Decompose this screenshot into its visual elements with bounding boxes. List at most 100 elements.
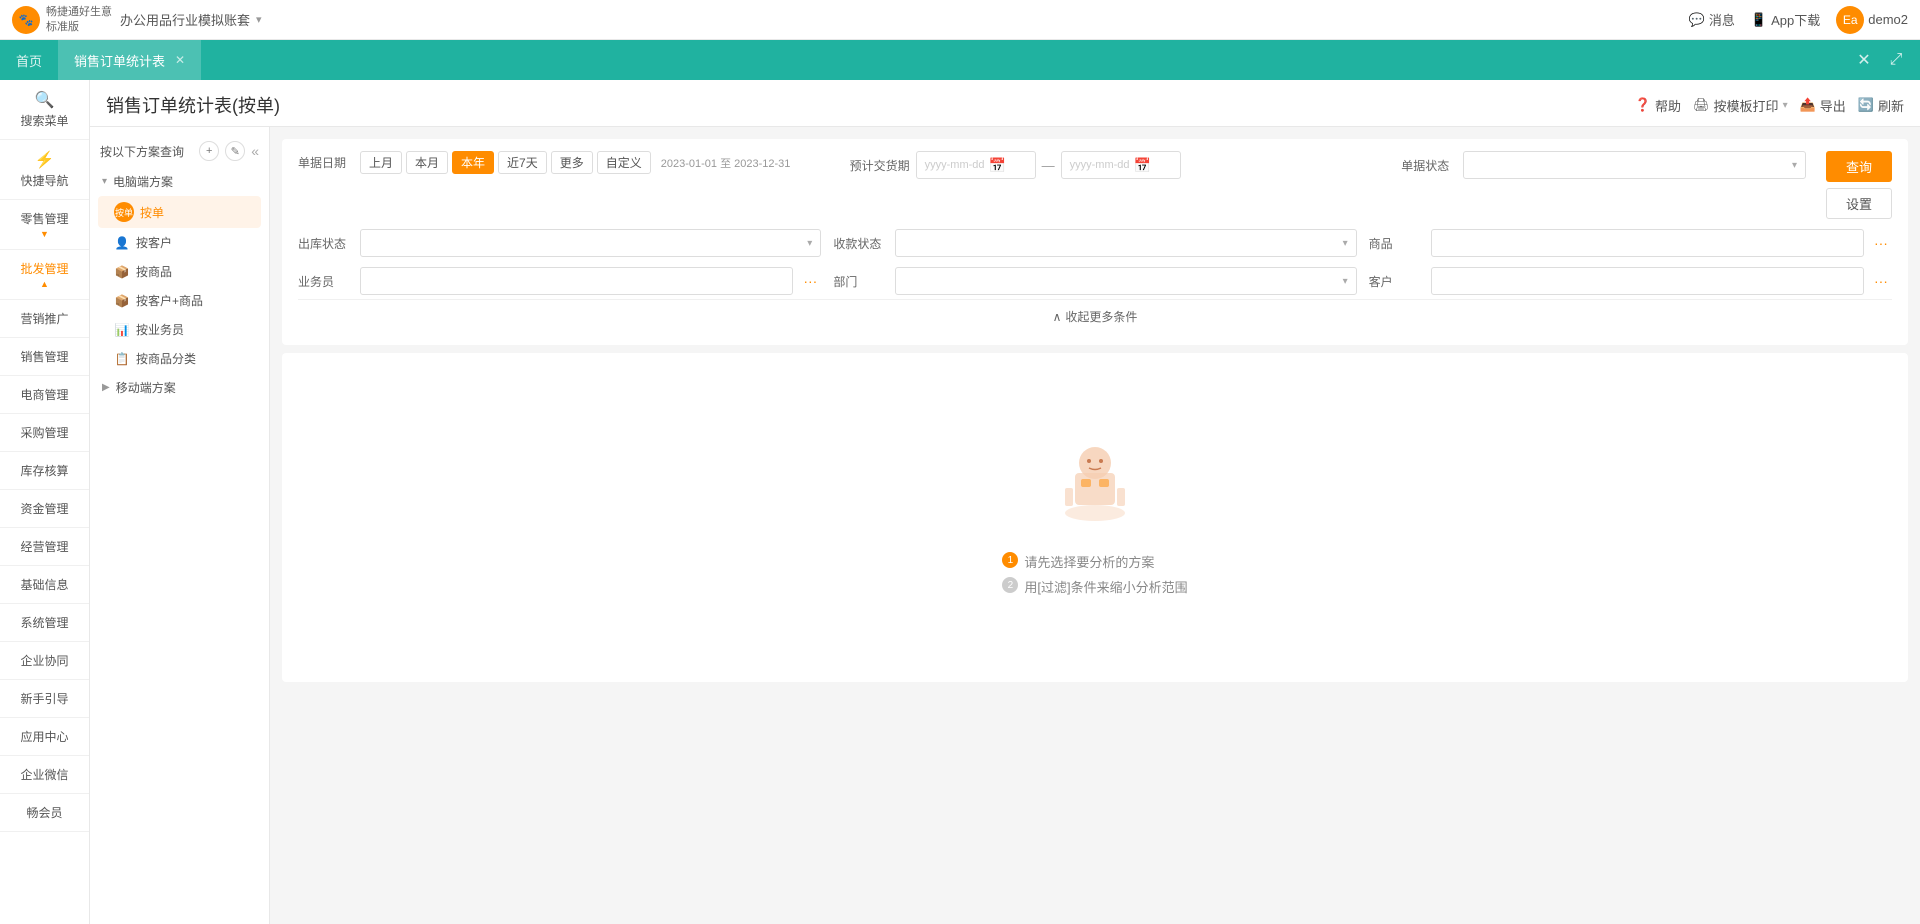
sidebar-item-app-center[interactable]: 应用中心 bbox=[0, 718, 89, 756]
by-goods-cat-icon: 📋 bbox=[114, 351, 130, 367]
ship-status-select[interactable]: ▾ bbox=[360, 229, 821, 257]
more-btn[interactable]: 更多 bbox=[551, 151, 593, 174]
order-status-arrow-icon: ▾ bbox=[1792, 160, 1797, 171]
app-title-chevron-icon: ▾ bbox=[256, 13, 262, 26]
payment-status-select[interactable]: ▾ bbox=[895, 229, 1356, 257]
sidebar-item-enterprise-wechat[interactable]: 企业微信 bbox=[0, 756, 89, 794]
tree-mobile-group[interactable]: ▶ 移动端方案 bbox=[98, 373, 261, 402]
salesperson-more-icon[interactable]: ··· bbox=[799, 273, 821, 289]
app-title[interactable]: 办公用品行业模拟账套 ▾ bbox=[120, 10, 1681, 29]
sidebar-item-sales-mgmt[interactable]: 销售管理 bbox=[0, 338, 89, 376]
page-actions: ❓ 帮助 🖨 按模板打印 ▾ 📤 导出 🔄 刷新 bbox=[1635, 96, 1904, 115]
order-status-select[interactable]: ▾ bbox=[1463, 151, 1806, 179]
empty-state-container: 1 请先选择要分析的方案 2 用[过滤]条件来缩小分析范围 bbox=[282, 353, 1908, 682]
window-restore-button[interactable]: ⤢ bbox=[1884, 48, 1908, 72]
sidebar-item-new-guide[interactable]: 新手引导 bbox=[0, 680, 89, 718]
date-separator: — bbox=[1042, 158, 1055, 173]
delivery-date-start-input[interactable]: yyyy-mm-dd 📅 bbox=[916, 151, 1036, 179]
calendar-icon-1: 📅 bbox=[989, 157, 1006, 174]
payment-status-label: 收款状态 bbox=[833, 235, 889, 252]
sidebar: 🔍 搜索菜单 ⚡ 快捷导航 零售管理 ▼ 批发管理 ▲ 营销推广 销售管理 电商… bbox=[0, 80, 90, 924]
left-panel-header: 按以下方案查询 + ✎ « bbox=[90, 135, 269, 167]
tree-by-goods-cat[interactable]: 📋 按商品分类 bbox=[98, 344, 261, 373]
tab-bar-actions: ✕ ⤢ bbox=[1852, 48, 1920, 72]
empty-tips: 1 请先选择要分析的方案 2 用[过滤]条件来缩小分析范围 bbox=[1002, 552, 1187, 602]
tab-close-icon[interactable]: ✕ bbox=[175, 53, 185, 67]
date-label: 单据日期 bbox=[298, 154, 354, 171]
sidebar-item-inventory[interactable]: 库存核算 bbox=[0, 452, 89, 490]
logo-text: 畅捷通好生意 标准版 bbox=[46, 5, 112, 34]
messages-button[interactable]: 💬 消息 bbox=[1689, 10, 1735, 29]
tree-by-customer[interactable]: 👤 按客户 bbox=[98, 228, 261, 257]
sidebar-item-operations[interactable]: 经营管理 bbox=[0, 528, 89, 566]
date-buttons: 上月 本月 本年 近7天 更多 自定义 bbox=[360, 151, 651, 174]
sidebar-item-finance[interactable]: 资金管理 bbox=[0, 490, 89, 528]
tree-pc-group[interactable]: ▾ 电脑端方案 bbox=[98, 167, 261, 196]
sidebar-item-retail[interactable]: 零售管理 ▼ bbox=[0, 200, 89, 250]
help-button[interactable]: ❓ 帮助 bbox=[1635, 96, 1681, 115]
avatar: Ea bbox=[1836, 6, 1864, 34]
refresh-button[interactable]: 🔄 刷新 bbox=[1858, 96, 1904, 115]
collapse-filters-button[interactable]: ∧ 收起更多条件 bbox=[298, 299, 1892, 333]
sidebar-item-basic-info[interactable]: 基础信息 bbox=[0, 566, 89, 604]
scheme-tree: ▾ 电脑端方案 按单 按单 👤 按客户 📦 按商品 bbox=[90, 167, 269, 402]
collapse-panel-button[interactable]: « bbox=[251, 143, 259, 159]
last-7days-btn[interactable]: 近7天 bbox=[498, 151, 547, 174]
logo-icon: 🐾 bbox=[12, 6, 40, 34]
body-wrapper: 按以下方案查询 + ✎ « ▾ 电脑端方案 按单 按单 bbox=[90, 127, 1920, 924]
quick-nav-icon: ⚡ bbox=[35, 150, 55, 170]
tip-num-1: 1 bbox=[1002, 552, 1018, 568]
sidebar-item-quicknav[interactable]: ⚡ 快捷导航 bbox=[0, 140, 89, 200]
user-profile-button[interactable]: Ea demo2 bbox=[1836, 6, 1908, 34]
export-icon: 📤 bbox=[1800, 97, 1816, 113]
print-button[interactable]: 🖨 按模板打印 ▾ bbox=[1693, 96, 1788, 115]
tab-bar: 首页 销售订单统计表 ✕ ✕ ⤢ bbox=[0, 40, 1920, 80]
sidebar-item-ecom[interactable]: 电商管理 bbox=[0, 376, 89, 414]
last-month-btn[interactable]: 上月 bbox=[360, 151, 402, 174]
salesperson-input[interactable] bbox=[360, 267, 793, 295]
sidebar-item-sys-mgmt[interactable]: 系统管理 bbox=[0, 604, 89, 642]
this-month-btn[interactable]: 本月 bbox=[406, 151, 448, 174]
this-year-btn[interactable]: 本年 bbox=[452, 151, 494, 174]
tab-home[interactable]: 首页 bbox=[0, 40, 58, 80]
sidebar-item-wholesale[interactable]: 批发管理 ▲ bbox=[0, 250, 89, 300]
edit-scheme-button[interactable]: ✎ bbox=[225, 141, 245, 161]
tree-by-salesperson[interactable]: 📊 按业务员 bbox=[98, 315, 261, 344]
export-button[interactable]: 📤 导出 bbox=[1800, 96, 1846, 115]
add-scheme-button[interactable]: + bbox=[199, 141, 219, 161]
department-arrow-icon: ▾ bbox=[1343, 276, 1348, 287]
tree-by-goods[interactable]: 📦 按商品 bbox=[98, 257, 261, 286]
page-title: 销售订单统计表(按单) bbox=[106, 92, 280, 118]
custom-btn[interactable]: 自定义 bbox=[597, 151, 651, 174]
main-layout: 🔍 搜索菜单 ⚡ 快捷导航 零售管理 ▼ 批发管理 ▲ 营销推广 销售管理 电商… bbox=[0, 80, 1920, 924]
tree-by-cust-goods[interactable]: 📦 按客户+商品 bbox=[98, 286, 261, 315]
sidebar-item-purchase[interactable]: 采购管理 bbox=[0, 414, 89, 452]
print-icon: 🖨 bbox=[1693, 97, 1710, 113]
sidebar-item-marketing[interactable]: 营销推广 bbox=[0, 300, 89, 338]
customer-more-icon[interactable]: ··· bbox=[1870, 273, 1892, 289]
sidebar-item-member[interactable]: 畅会员 bbox=[0, 794, 89, 832]
query-button[interactable]: 查询 bbox=[1826, 151, 1892, 182]
goods-input[interactable] bbox=[1431, 229, 1864, 257]
tab-order-stats[interactable]: 销售订单统计表 ✕ bbox=[58, 40, 201, 80]
settings-button[interactable]: 设置 bbox=[1826, 188, 1892, 219]
tree-by-order[interactable]: 按单 按单 bbox=[98, 196, 261, 228]
department-select[interactable]: ▾ bbox=[895, 267, 1356, 295]
goods-label: 商品 bbox=[1369, 235, 1425, 252]
window-close-button[interactable]: ✕ bbox=[1852, 48, 1876, 72]
customer-input[interactable] bbox=[1431, 267, 1864, 295]
salesperson-label: 业务员 bbox=[298, 273, 354, 290]
download-icon: 📱 bbox=[1751, 12, 1767, 28]
goods-more-icon[interactable]: ··· bbox=[1870, 235, 1892, 251]
ship-status-label: 出库状态 bbox=[298, 235, 354, 252]
tip-item-1: 1 请先选择要分析的方案 bbox=[1002, 552, 1187, 571]
delivery-date-end-input[interactable]: yyyy-mm-dd 📅 bbox=[1061, 151, 1181, 179]
sidebar-item-search[interactable]: 🔍 搜索菜单 bbox=[0, 80, 89, 140]
filter-card: 单据日期 上月 本月 本年 近7天 更多 自定义 2023-01-01 至 20… bbox=[282, 139, 1908, 345]
left-panel: 按以下方案查询 + ✎ « ▾ 电脑端方案 按单 按单 bbox=[90, 127, 270, 924]
app-download-button[interactable]: 📱 App下载 bbox=[1751, 10, 1820, 29]
retail-arrow-icon: ▼ bbox=[40, 229, 49, 239]
by-goods-icon: 📦 bbox=[114, 264, 130, 280]
ship-status-arrow-icon: ▾ bbox=[807, 238, 812, 249]
sidebar-item-enterprise[interactable]: 企业协同 bbox=[0, 642, 89, 680]
